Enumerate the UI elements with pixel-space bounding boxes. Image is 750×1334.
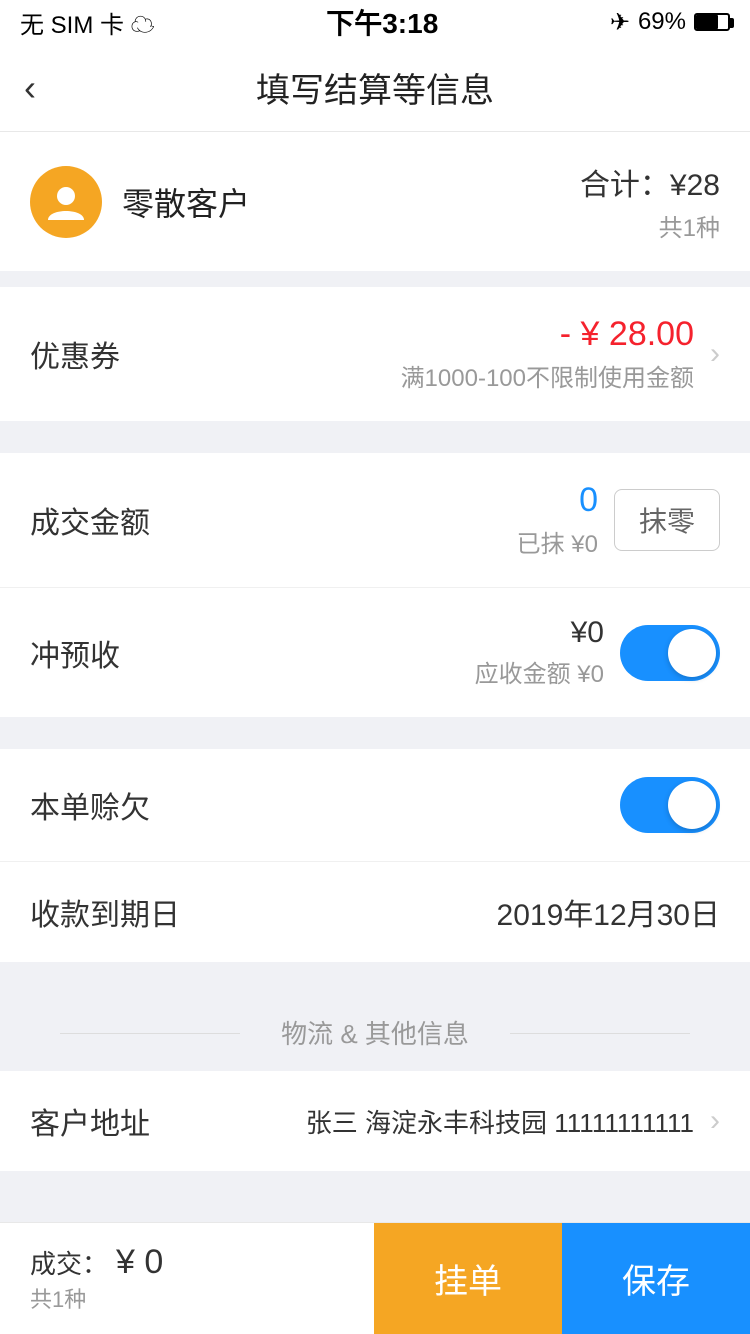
status-bar: 无 SIM 卡 ☁ 下午3:18 ✈ 69% xyxy=(0,0,750,44)
prepayment-sub: 应收金额 ¥0 xyxy=(475,654,604,689)
prepayment-value-wrap: ¥0 应收金额 ¥0 xyxy=(475,616,604,689)
customer-right: 合计：¥28 共1种 xyxy=(580,160,720,243)
bottom-bar: 成交： ¥ 0 共1种 挂单 保存 xyxy=(0,1222,750,1334)
address-right: 张三 海淀永丰科技园 11111111111 › xyxy=(306,1103,720,1140)
coupon-right: - ¥ 28.00 满1000-100不限制使用金额 › xyxy=(401,315,720,393)
sim-status: 无 SIM 卡 ☁ xyxy=(20,5,155,40)
toggle-knob xyxy=(668,629,716,677)
nav-bar: ‹ 填写结算等信息 xyxy=(0,44,750,132)
address-value: 张三 海淀永丰科技园 11111111111 xyxy=(306,1103,694,1140)
battery-icon: 69% xyxy=(638,8,686,36)
due-date-label: 收款到期日 xyxy=(30,890,180,934)
bottom-summary: 成交： ¥ 0 共1种 xyxy=(0,1223,374,1334)
prepayment-row: 冲预收 ¥0 应收金额 ¥0 xyxy=(0,588,750,717)
address-chevron-icon: › xyxy=(710,1104,720,1138)
coupon-row[interactable]: 优惠券 - ¥ 28.00 满1000-100不限制使用金额 › xyxy=(0,287,750,421)
coupon-desc: 满1000-100不限制使用金额 xyxy=(401,358,694,393)
bottom-deal-count: 共1种 xyxy=(30,1282,374,1314)
section-divider-3 xyxy=(0,978,750,994)
credit-row: 本单赊欠 xyxy=(0,749,750,862)
status-bar-left: 无 SIM 卡 ☁ xyxy=(20,5,155,40)
bottom-deal-row: 成交： ¥ 0 xyxy=(30,1243,374,1282)
deal-amount-sub: 已抹 ¥0 xyxy=(517,524,598,559)
coupon-chevron-icon: › xyxy=(710,337,720,371)
customer-count: 共1种 xyxy=(580,208,720,243)
credit-section: 本单赊欠 收款到期日 2019年12月30日 xyxy=(0,749,750,962)
credit-toggle-knob xyxy=(668,781,716,829)
prepayment-toggle[interactable] xyxy=(620,625,720,681)
due-date-row: 收款到期日 2019年12月30日 xyxy=(0,862,750,962)
section-divider-1 xyxy=(0,437,750,453)
customer-left: 零散客户 xyxy=(30,166,250,238)
prepayment-label: 冲预收 xyxy=(30,631,120,675)
coupon-value-wrap: - ¥ 28.00 满1000-100不限制使用金额 xyxy=(401,315,694,393)
location-icon: ✈ xyxy=(610,8,630,37)
logistics-header: 物流 & 其他信息 xyxy=(0,994,750,1071)
page-title: 填写结算等信息 xyxy=(256,63,494,112)
status-bar-right: ✈ 69% xyxy=(610,8,730,37)
credit-toggle[interactable] xyxy=(620,777,720,833)
battery-bar xyxy=(694,13,730,31)
round-zero-button[interactable]: 抹零 xyxy=(614,489,720,551)
back-button[interactable]: ‹ xyxy=(24,67,36,109)
deal-amount-value[interactable]: 0 xyxy=(517,481,598,520)
deal-section: 成交金额 0 已抹 ¥0 抹零 冲预收 ¥0 应收金额 ¥0 xyxy=(0,453,750,717)
prepayment-value: ¥0 xyxy=(475,616,604,650)
section-divider-2 xyxy=(0,733,750,749)
hang-button[interactable]: 挂单 xyxy=(374,1223,562,1334)
content: 零散客户 合计：¥28 共1种 优惠券 - ¥ 28.00 满1000-100不… xyxy=(0,132,750,1307)
person-icon xyxy=(44,180,88,224)
customer-row: 零散客户 合计：¥28 共1种 xyxy=(0,132,750,271)
customer-name: 零散客户 xyxy=(122,179,250,225)
status-bar-time: 下午3:18 xyxy=(326,2,438,42)
deal-amount-row: 成交金额 0 已抹 ¥0 抹零 xyxy=(0,453,750,588)
customer-total: 合计：¥28 xyxy=(580,160,720,204)
coupon-value: - ¥ 28.00 xyxy=(401,315,694,354)
bottom-deal-label: 成交： xyxy=(30,1244,108,1281)
due-date-value[interactable]: 2019年12月30日 xyxy=(497,890,720,934)
address-row[interactable]: 客户地址 张三 海淀永丰科技园 11111111111 › xyxy=(0,1071,750,1171)
deal-amount-value-wrap: 0 已抹 ¥0 xyxy=(517,481,598,559)
coupon-section: 优惠券 - ¥ 28.00 满1000-100不限制使用金额 › xyxy=(0,287,750,421)
customer-avatar xyxy=(30,166,102,238)
coupon-label: 优惠券 xyxy=(30,332,120,376)
logistics-label: 物流 & 其他信息 xyxy=(281,1019,469,1049)
save-button[interactable]: 保存 xyxy=(562,1223,750,1334)
deal-amount-right: 0 已抹 ¥0 抹零 xyxy=(517,481,720,559)
credit-right xyxy=(620,777,720,833)
credit-label: 本单赊欠 xyxy=(30,783,150,827)
bottom-deal-value: ¥ 0 xyxy=(116,1243,163,1282)
prepayment-right: ¥0 应收金额 ¥0 xyxy=(475,616,720,689)
address-label: 客户地址 xyxy=(30,1099,150,1143)
address-section: 客户地址 张三 海淀永丰科技园 11111111111 › xyxy=(0,1071,750,1171)
deal-amount-label: 成交金额 xyxy=(30,498,150,542)
